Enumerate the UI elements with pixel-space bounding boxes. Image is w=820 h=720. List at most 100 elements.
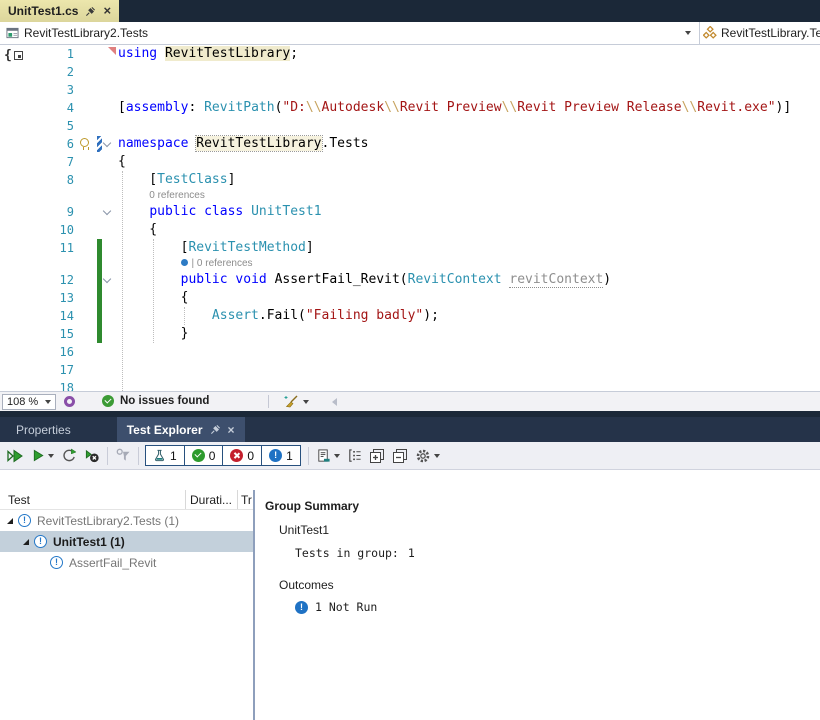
indent-guide xyxy=(184,307,185,325)
document-health-icon[interactable] xyxy=(64,396,75,407)
unsaved-change-bar xyxy=(97,136,102,152)
code-line-1[interactable]: 1 using RevitTestLibrary; xyxy=(0,45,820,63)
notrun-icon: ! xyxy=(295,600,308,614)
settings-button[interactable] xyxy=(415,448,440,464)
code-line-10[interactable]: 10 { xyxy=(0,221,820,239)
repeat-last-run-button[interactable] xyxy=(61,448,77,463)
code-line-11[interactable]: 11 [RevitTestMethod] xyxy=(0,239,820,257)
project-icon xyxy=(6,27,19,39)
line-number: 12 xyxy=(59,273,74,287)
code-line-8[interactable]: 8 [TestClass] xyxy=(0,171,820,189)
line-number: 5 xyxy=(66,119,74,133)
check-circle-icon xyxy=(102,395,114,407)
line-number: 10 xyxy=(59,223,74,237)
test-tree-pane: Test Durati... Tr ! RevitTestLibrary2.Tes… xyxy=(0,490,253,720)
chevron-down-icon[interactable] xyxy=(303,400,309,404)
document-outline-icon[interactable]: { xyxy=(4,48,23,63)
divider xyxy=(268,395,269,408)
group-summary-pane: Group Summary UnitTest1 Tests in group: 1… xyxy=(255,490,820,720)
file-tab-unittest1[interactable]: UnitTest1.cs × xyxy=(0,0,120,22)
run-all-tests-button[interactable] xyxy=(6,449,25,463)
collapse-chevron-icon[interactable] xyxy=(102,138,112,148)
type-dropdown-label: RevitTestLibrary.Tests.U xyxy=(721,26,820,40)
chevron-down-icon xyxy=(433,453,440,458)
tab-properties[interactable]: Properties xyxy=(6,417,81,442)
code-line-12[interactable]: 12 public void AssertFail_Revit(RevitCon… xyxy=(0,271,820,289)
notrun-count: 1 xyxy=(286,448,293,463)
total-count: 1 xyxy=(170,448,177,463)
notrun-status-icon: ! xyxy=(18,514,31,527)
outcome-row: ! 1 Not Run xyxy=(295,600,820,614)
project-dropdown[interactable]: RevitTestLibrary2.Tests xyxy=(0,22,700,44)
issues-indicator[interactable]: No issues found xyxy=(102,395,209,407)
issues-text: No issues found xyxy=(120,395,210,407)
line-number: 14 xyxy=(59,309,74,323)
tests-in-group-value: 1 xyxy=(407,546,415,560)
test-explorer-body: Test Durati... Tr ! RevitTestLibrary2.Tes… xyxy=(0,490,820,720)
line-number: 3 xyxy=(66,83,74,97)
group-by-button[interactable] xyxy=(347,448,362,463)
test-tree-rows: ! RevitTestLibrary2.Tests (1) ! UnitTest1 (… xyxy=(0,510,253,573)
test-tree-row[interactable]: ! RevitTestLibrary2.Tests (1) xyxy=(0,510,253,531)
playlist-button[interactable] xyxy=(316,448,340,464)
code-line-6[interactable]: 6 namespace RevitTestLibrary.Tests xyxy=(0,135,820,153)
toolbar-spacer xyxy=(0,470,820,490)
code-line-7[interactable]: 7{ xyxy=(0,153,820,171)
code-editor[interactable]: 1 using RevitTestLibrary; 2 3 4 [assembly: Re… xyxy=(0,45,820,391)
code-line-4[interactable]: 4 [assembly: RevitPath("D:\\Autodesk\\Rev… xyxy=(0,99,820,117)
column-header-duration[interactable]: Durati... xyxy=(185,490,237,509)
line-number: 13 xyxy=(59,291,74,305)
column-header-traits[interactable]: Tr xyxy=(237,490,253,509)
code-line-15[interactable]: 15 } xyxy=(0,325,820,343)
failed-count: 0 xyxy=(247,448,255,463)
passed-filter-button[interactable]: 0 xyxy=(183,445,224,466)
group-name: UnitTest1 xyxy=(279,523,330,537)
test-tree-row[interactable]: ! AssertFail_Revit xyxy=(0,552,253,573)
test-label: RevitTestLibrary2.Tests (1) xyxy=(37,513,180,528)
code-line-2[interactable]: 2 xyxy=(0,63,820,81)
failed-icon xyxy=(230,449,244,462)
column-header-test[interactable]: Test xyxy=(0,490,185,509)
notrun-status-icon: ! xyxy=(50,556,63,569)
code-cleanup-icon[interactable] xyxy=(283,394,300,409)
type-dropdown[interactable]: RevitTestLibrary.Tests.U xyxy=(700,22,820,44)
cancel-run-button[interactable] xyxy=(84,448,100,463)
expander-icon[interactable] xyxy=(20,538,32,546)
collapse-chevron-icon[interactable] xyxy=(102,206,112,216)
code-line-18[interactable]: 18 xyxy=(0,379,820,391)
code-line-16[interactable]: 16 xyxy=(0,343,820,361)
failed-filter-button[interactable]: 0 xyxy=(222,445,263,466)
divider xyxy=(107,446,108,465)
pin-icon[interactable] xyxy=(85,6,96,17)
run-button[interactable] xyxy=(32,449,54,462)
code-line-14[interactable]: 14 Assert.Fail("Failing badly"); xyxy=(0,307,820,325)
indent-guide xyxy=(122,171,123,391)
codelens-row[interactable]: 0 references xyxy=(0,189,820,203)
close-icon[interactable]: × xyxy=(228,423,235,437)
divider xyxy=(138,446,139,465)
vs-window: UnitTest1.cs × RevitTestLibrary2.Tests R… xyxy=(0,0,820,720)
line-number: 18 xyxy=(59,381,74,391)
code-line-9[interactable]: 9 public class UnitTest1 xyxy=(0,203,820,221)
tab-test-explorer[interactable]: Test Explorer × xyxy=(116,417,245,442)
notrun-filter-button[interactable]: ! 1 xyxy=(261,445,301,466)
lightbulb-icon[interactable] xyxy=(80,138,89,150)
test-status-dot-icon[interactable] xyxy=(180,259,188,266)
pin-icon[interactable] xyxy=(210,424,221,435)
code-line-13[interactable]: 13 { xyxy=(0,289,820,307)
total-tests-filter-button[interactable]: 1 xyxy=(145,445,185,466)
chevron-down-icon xyxy=(48,453,54,458)
collapse-all-button[interactable] xyxy=(392,448,408,464)
codelens-row[interactable]: | 0 references xyxy=(0,257,820,271)
close-icon[interactable]: × xyxy=(103,4,111,17)
expand-all-button[interactable] xyxy=(369,448,385,464)
expander-icon[interactable] xyxy=(4,517,16,525)
code-line-17[interactable]: 17 xyxy=(0,361,820,379)
code-line-3[interactable]: 3 xyxy=(0,81,820,99)
code-line-5[interactable]: 5 xyxy=(0,117,820,135)
scroll-left-arrow-icon[interactable] xyxy=(332,398,337,406)
collapse-chevron-icon[interactable] xyxy=(102,274,112,284)
test-tree-row[interactable]: ! UnitTest1 (1) xyxy=(0,531,253,552)
zoom-level-dropdown[interactable]: 108 % xyxy=(2,394,56,410)
editor-status-strip: 108 % No issues found xyxy=(0,391,820,411)
